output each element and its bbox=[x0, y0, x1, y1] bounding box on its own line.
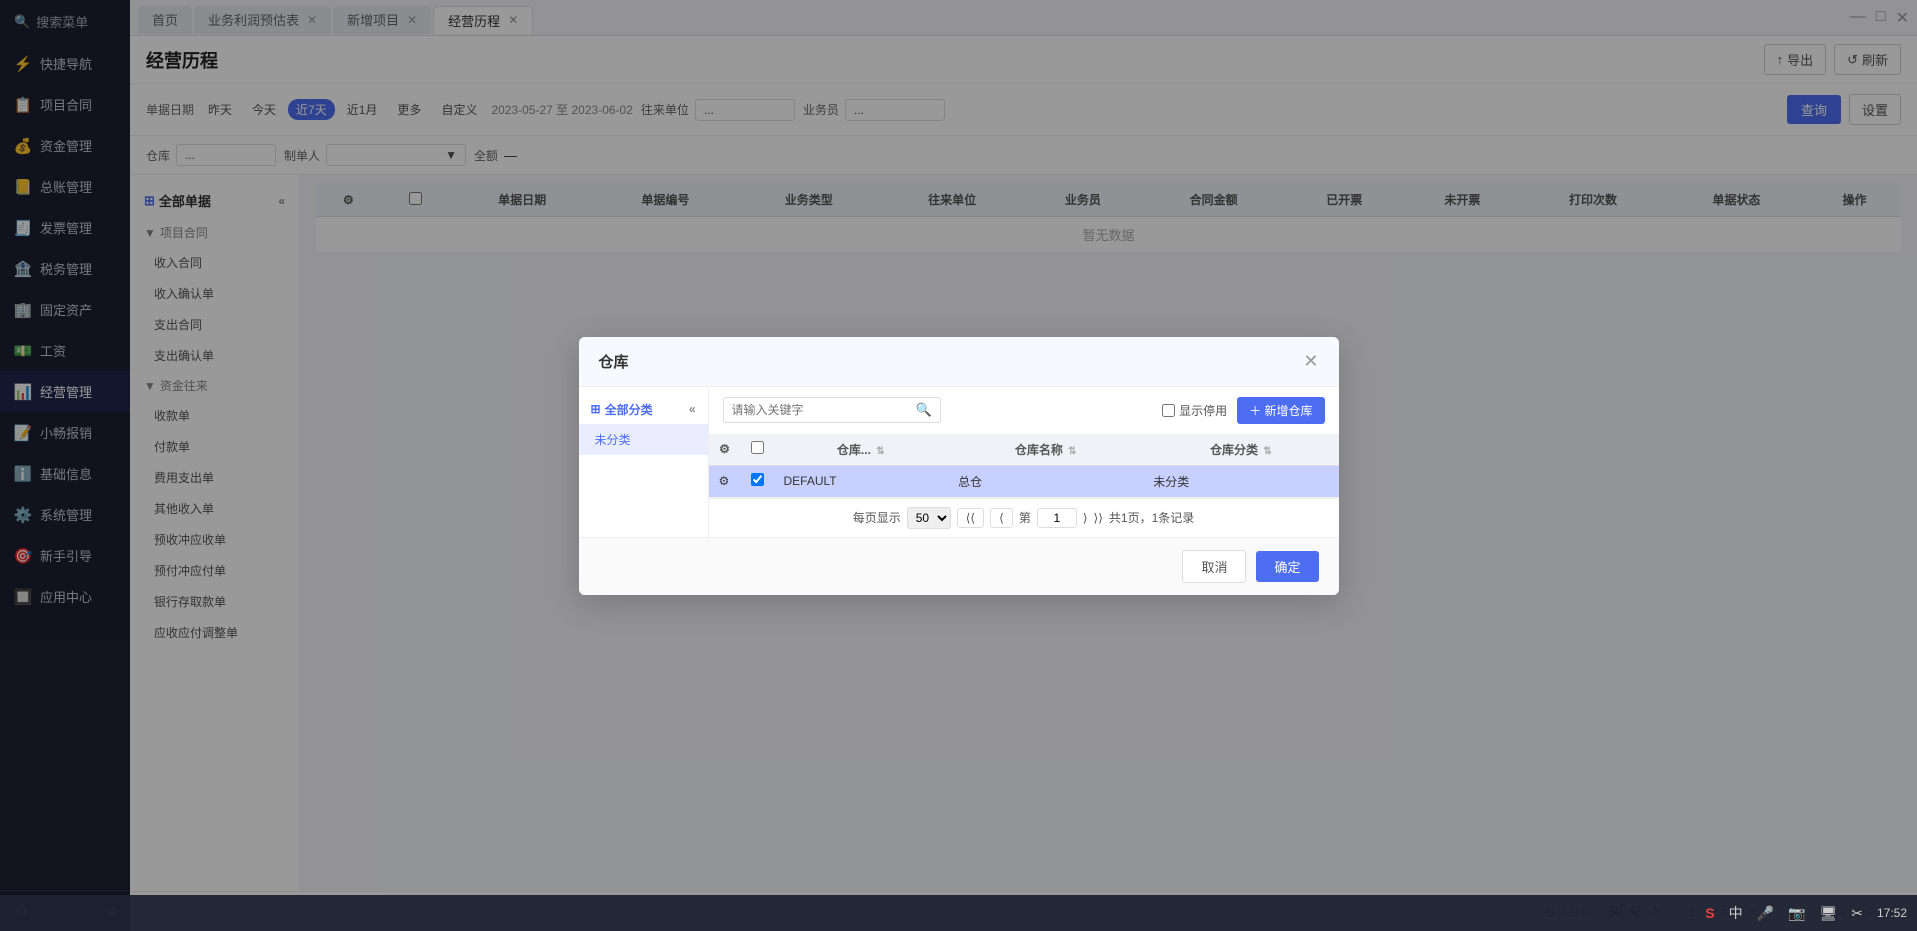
modal-col-category: 仓库分类 ⇅ bbox=[1143, 434, 1338, 466]
modal-col-name-label: 仓库名称 bbox=[1015, 443, 1063, 457]
modal-per-page-label: 每页显示 bbox=[853, 509, 901, 526]
modal-overlay: 仓库 ✕ ⊞ 全部分类 « 未分类 bbox=[0, 0, 1917, 931]
modal-close-btn[interactable]: ✕ bbox=[1303, 351, 1318, 372]
modal-total-info: 共1页，1条记录 bbox=[1109, 509, 1194, 526]
modal-table-area: ⚙ 仓库... ⇅ 仓库名称 ⇅ bbox=[709, 434, 1339, 498]
taskbar: S 中 🎤 📷 🖥 ✂ 17:52 bbox=[0, 895, 1917, 931]
cancel-btn[interactable]: 取消 bbox=[1182, 550, 1246, 583]
taskbar-time: 17:52 bbox=[1877, 906, 1907, 920]
confirm-btn[interactable]: 确定 bbox=[1256, 551, 1318, 582]
all-category-label[interactable]: 全部分类 bbox=[605, 401, 653, 418]
modal-col-code: 仓库... ⇅ bbox=[774, 434, 949, 466]
row-category: 未分类 bbox=[1143, 465, 1338, 497]
taskbar-mic-icon[interactable]: 🎤 bbox=[1753, 903, 1778, 924]
row-gear-icon: ⚙ bbox=[719, 474, 730, 488]
modal-left-panel: ⊞ 全部分类 « 未分类 bbox=[579, 387, 709, 537]
modal-data-table: ⚙ 仓库... ⇅ 仓库名称 ⇅ bbox=[709, 434, 1339, 498]
modal-first-page-btn[interactable]: ⟨⟨ bbox=[957, 508, 984, 528]
row-gear[interactable]: ⚙ bbox=[709, 465, 741, 497]
modal-prev-page-btn[interactable]: ⟨ bbox=[990, 508, 1013, 528]
sort-code-icon[interactable]: ⇅ bbox=[876, 446, 884, 457]
row-code: DEFAULT bbox=[774, 465, 949, 497]
show-disabled-checkbox[interactable] bbox=[1162, 404, 1175, 417]
row-select-checkbox[interactable] bbox=[751, 473, 764, 486]
modal-options: 显示停用 ＋ 新增仓库 bbox=[1162, 397, 1324, 424]
all-category-icon: ⊞ bbox=[591, 402, 601, 416]
modal-col-code-label: 仓库... bbox=[837, 443, 871, 457]
modal-header: 仓库 ✕ bbox=[579, 337, 1339, 387]
sort-name-icon[interactable]: ⇅ bbox=[1068, 446, 1076, 457]
taskbar-s-icon[interactable]: S bbox=[1701, 903, 1718, 923]
taskbar-zhong-icon[interactable]: 中 bbox=[1725, 901, 1747, 925]
gear-icon: ⚙ bbox=[719, 442, 730, 456]
modal-per-page-select[interactable]: 50 bbox=[907, 507, 951, 529]
taskbar-scissors-icon[interactable]: ✂ bbox=[1847, 903, 1867, 924]
uncategorized-label: 未分类 bbox=[595, 433, 631, 447]
sort-category-icon[interactable]: ⇅ bbox=[1263, 446, 1271, 457]
modal-left-header: ⊞ 全部分类 « bbox=[579, 395, 708, 424]
modal-last-btn[interactable]: ⟩⟩ bbox=[1094, 511, 1103, 525]
modal-col-category-label: 仓库分类 bbox=[1210, 443, 1258, 457]
modal-page-input[interactable] bbox=[1037, 508, 1077, 528]
row-name: 总仓 bbox=[948, 465, 1143, 497]
modal-title: 仓库 bbox=[599, 351, 629, 372]
modal-col-gear[interactable]: ⚙ bbox=[709, 434, 741, 466]
modal-search-box[interactable]: 🔍 bbox=[723, 397, 941, 423]
modal-page-label: 第 bbox=[1019, 509, 1031, 526]
modal-right-panel: 🔍 显示停用 ＋ 新增仓库 bbox=[709, 387, 1339, 537]
modal-header-row: ⚙ 仓库... ⇅ 仓库名称 ⇅ bbox=[709, 434, 1339, 466]
taskbar-camera-icon[interactable]: 📷 bbox=[1784, 903, 1809, 924]
show-disabled-label[interactable]: 显示停用 bbox=[1162, 402, 1227, 419]
modal-left-collapse-btn[interactable]: « bbox=[689, 402, 696, 416]
show-disabled-text: 显示停用 bbox=[1179, 402, 1227, 419]
modal-pagination: 每页显示 50 ⟨⟨ ⟨ 第 ⟩ ⟩⟩ 共1页，1条记录 bbox=[709, 498, 1339, 537]
add-warehouse-btn[interactable]: ＋ 新增仓库 bbox=[1237, 397, 1324, 424]
modal-select-all[interactable] bbox=[751, 441, 764, 454]
modal-col-checkbox[interactable] bbox=[741, 434, 774, 466]
modal-next-btn[interactable]: ⟩ bbox=[1083, 511, 1088, 525]
taskbar-monitor-icon[interactable]: 🖥 bbox=[1815, 903, 1841, 924]
warehouse-modal: 仓库 ✕ ⊞ 全部分类 « 未分类 bbox=[579, 337, 1339, 595]
modal-footer: 取消 确定 bbox=[579, 537, 1339, 595]
modal-left-uncategorized[interactable]: 未分类 bbox=[579, 424, 708, 455]
row-checkbox[interactable] bbox=[741, 465, 774, 497]
modal-col-name: 仓库名称 ⇅ bbox=[948, 434, 1143, 466]
modal-body: ⊞ 全部分类 « 未分类 🔍 bbox=[579, 387, 1339, 537]
modal-search-input[interactable] bbox=[732, 403, 912, 417]
modal-search-icon: 🔍 bbox=[916, 402, 932, 418]
modal-toolbar: 🔍 显示停用 ＋ 新增仓库 bbox=[709, 387, 1339, 434]
modal-table-row[interactable]: ⚙ DEFAULT 总仓 未分类 bbox=[709, 465, 1339, 497]
